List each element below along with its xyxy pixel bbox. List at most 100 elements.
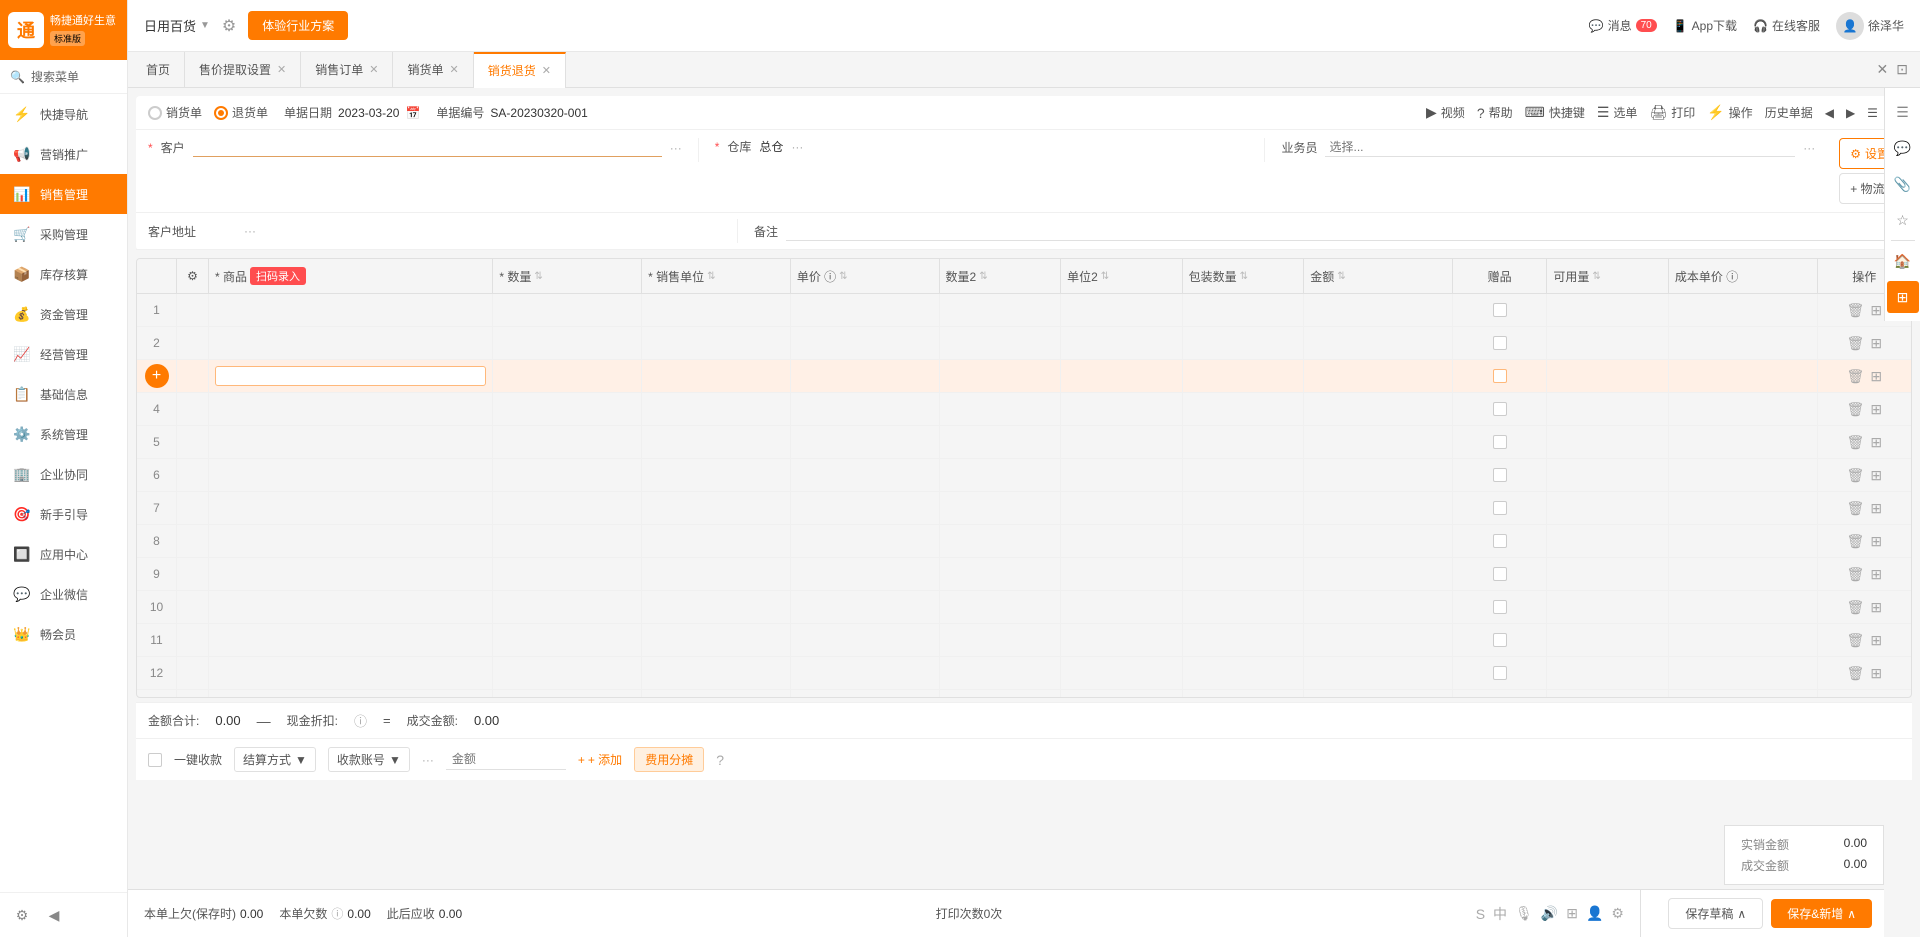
remark-input[interactable]	[786, 222, 1900, 241]
row-unit-2[interactable]	[642, 327, 791, 359]
row-goods-3[interactable]	[209, 360, 493, 392]
cash-discount-help[interactable]: ⓘ	[354, 711, 367, 730]
prev-record[interactable]: ◀	[1825, 106, 1834, 120]
view-list[interactable]: ☰	[1867, 106, 1878, 120]
tool-icon-5[interactable]: ⊞	[1566, 905, 1578, 922]
row-cost-3[interactable]	[1669, 360, 1818, 392]
tab-sales-delivery[interactable]: 销货单 ✕	[393, 52, 473, 88]
row-unit2-3[interactable]	[1061, 360, 1183, 392]
row-gift-3[interactable]	[1453, 360, 1547, 392]
tab-close-sales-return[interactable]: ✕	[542, 64, 551, 77]
tab-close-all[interactable]: ✕	[1877, 61, 1889, 78]
row-price-2[interactable]	[791, 327, 940, 359]
row-amount-3[interactable]	[1304, 360, 1453, 392]
row-avail-3[interactable]	[1547, 360, 1669, 392]
row-qty-3[interactable]	[493, 360, 642, 392]
copy-row-1[interactable]: ⊞	[1870, 302, 1882, 319]
tool-icon-3[interactable]: 🎙	[1515, 905, 1533, 922]
row-qty2-1[interactable]	[940, 294, 1062, 326]
expense-split-btn[interactable]: 费用分摊	[634, 747, 704, 772]
tab-sales-order[interactable]: 销售订单 ✕	[301, 52, 393, 88]
calendar-icon[interactable]: 📅	[405, 106, 420, 120]
tab-fullscreen[interactable]: ⊡	[1896, 61, 1908, 78]
row-avail-1[interactable]	[1547, 294, 1669, 326]
sidebar-item-finance[interactable]: 💰 资金管理	[0, 294, 127, 334]
print-action[interactable]: 🖨 打印	[1649, 104, 1695, 121]
row-unit-1[interactable]	[642, 294, 791, 326]
header-gear-icon[interactable]: ⚙	[222, 16, 236, 36]
tool-icon-2[interactable]: 中	[1493, 904, 1507, 924]
address-dots[interactable]: ···	[244, 224, 256, 238]
sidebar-item-shortcut[interactable]: ⚡ 快捷导航	[0, 94, 127, 134]
sidebar-item-guide[interactable]: 🎯 新手引导	[0, 494, 127, 534]
row-price-3[interactable]	[791, 360, 940, 392]
sidebar-item-system[interactable]: ⚙️ 系统管理	[0, 414, 127, 454]
row-pkg-1[interactable]	[1183, 294, 1305, 326]
row-gift-1[interactable]	[1453, 294, 1547, 326]
row-amount-1[interactable]	[1304, 294, 1453, 326]
shortcuts-action[interactable]: ⌨ 快捷键	[1525, 104, 1585, 121]
history-action[interactable]: 历史单据	[1765, 104, 1813, 121]
save-draft-btn[interactable]: 保存草稿 ∧	[1668, 898, 1763, 929]
sidebar-item-purchase[interactable]: 🛒 采购管理	[0, 214, 127, 254]
next-record[interactable]: ▶	[1846, 106, 1855, 120]
sidebar-item-wechat[interactable]: 💬 企业微信	[0, 574, 127, 614]
sidebar-search[interactable]: 🔍 搜索菜单	[0, 60, 127, 94]
expense-help-icon[interactable]: ?	[716, 752, 724, 768]
add-row-btn[interactable]: +	[145, 364, 169, 388]
row-goods-1[interactable]	[209, 294, 493, 326]
radio-sales-return[interactable]: 退货单	[214, 104, 268, 121]
row-qty-2[interactable]	[493, 327, 642, 359]
delete-row-1[interactable]: 🗑	[1847, 302, 1865, 319]
tab-home[interactable]: 首页	[132, 52, 185, 88]
row-qty-1[interactable]	[493, 294, 642, 326]
settlement-method-select[interactable]: 结算方式 ▼	[234, 747, 316, 772]
sidebar-item-enterprise[interactable]: 🏢 企业协同	[0, 454, 127, 494]
row-cost-1[interactable]	[1669, 294, 1818, 326]
video-action[interactable]: ▶ 视频	[1426, 104, 1465, 121]
sidebar-item-marketing[interactable]: 📢 营销推广	[0, 134, 127, 174]
sidebar-item-sales[interactable]: 📊 销售管理	[0, 174, 127, 214]
scan-btn[interactable]: 扫码录入	[250, 267, 306, 285]
row-qty2-3[interactable]	[940, 360, 1062, 392]
row-avail-2[interactable]	[1547, 327, 1669, 359]
row-pkg-2[interactable]	[1183, 327, 1305, 359]
tab-price-settings[interactable]: 售价提取设置 ✕	[185, 52, 301, 88]
salesperson-dots[interactable]: ···	[1803, 141, 1815, 155]
sidebar-item-apps[interactable]: 🔲 应用中心	[0, 534, 127, 574]
sort-price-icon[interactable]: ⇅	[839, 271, 847, 282]
add-payment-btn[interactable]: + + 添加	[578, 751, 622, 768]
tool-icon-4[interactable]: 🔊	[1541, 905, 1558, 922]
help-action[interactable]: ? 帮助	[1477, 104, 1513, 121]
row-cost-2[interactable]	[1669, 327, 1818, 359]
tab-close-sales-order[interactable]: ✕	[369, 63, 378, 76]
tab-sales-return[interactable]: 销货退货 ✕	[474, 52, 566, 88]
sidebar-item-inventory[interactable]: 📦 库存核算	[0, 254, 127, 294]
row-gift-2[interactable]	[1453, 327, 1547, 359]
goods-input-active[interactable]	[215, 366, 486, 386]
account-select[interactable]: 收款账号 ▼	[328, 747, 410, 772]
save-new-btn[interactable]: 保存&新增 ∧	[1771, 899, 1872, 928]
sidebar-item-operations[interactable]: 📈 经营管理	[0, 334, 127, 374]
tool-icon-1[interactable]: S	[1476, 906, 1485, 922]
collapse-icon[interactable]: ◀	[42, 903, 66, 927]
right-panel-icon-3[interactable]: 📎	[1887, 168, 1919, 200]
tab-close-price-settings[interactable]: ✕	[277, 63, 286, 76]
row-qty2-2[interactable]	[940, 327, 1062, 359]
warehouse-dots[interactable]: ···	[791, 140, 803, 154]
right-panel-icon-5[interactable]: 🏠	[1887, 245, 1919, 277]
single-owe-help[interactable]: ⓘ	[331, 905, 343, 922]
app-download-btn[interactable]: 📱 App下载	[1673, 17, 1737, 34]
row-amount-2[interactable]	[1304, 327, 1453, 359]
tab-close-sales-delivery[interactable]: ✕	[450, 63, 459, 76]
row-goods-2[interactable]	[209, 327, 493, 359]
row-unit2-1[interactable]	[1061, 294, 1183, 326]
account-dots[interactable]: ···	[422, 753, 434, 767]
right-panel-icon-2[interactable]: 💬	[1887, 132, 1919, 164]
right-panel-icon-1[interactable]: ☰	[1887, 96, 1919, 128]
row-price-1[interactable]	[791, 294, 940, 326]
copy-row-2[interactable]: ⊞	[1870, 335, 1882, 352]
operations-action[interactable]: ⚡ 操作	[1707, 104, 1752, 121]
radio-sales-delivery[interactable]: 销货单	[148, 104, 202, 121]
row-pkg-3[interactable]	[1183, 360, 1305, 392]
